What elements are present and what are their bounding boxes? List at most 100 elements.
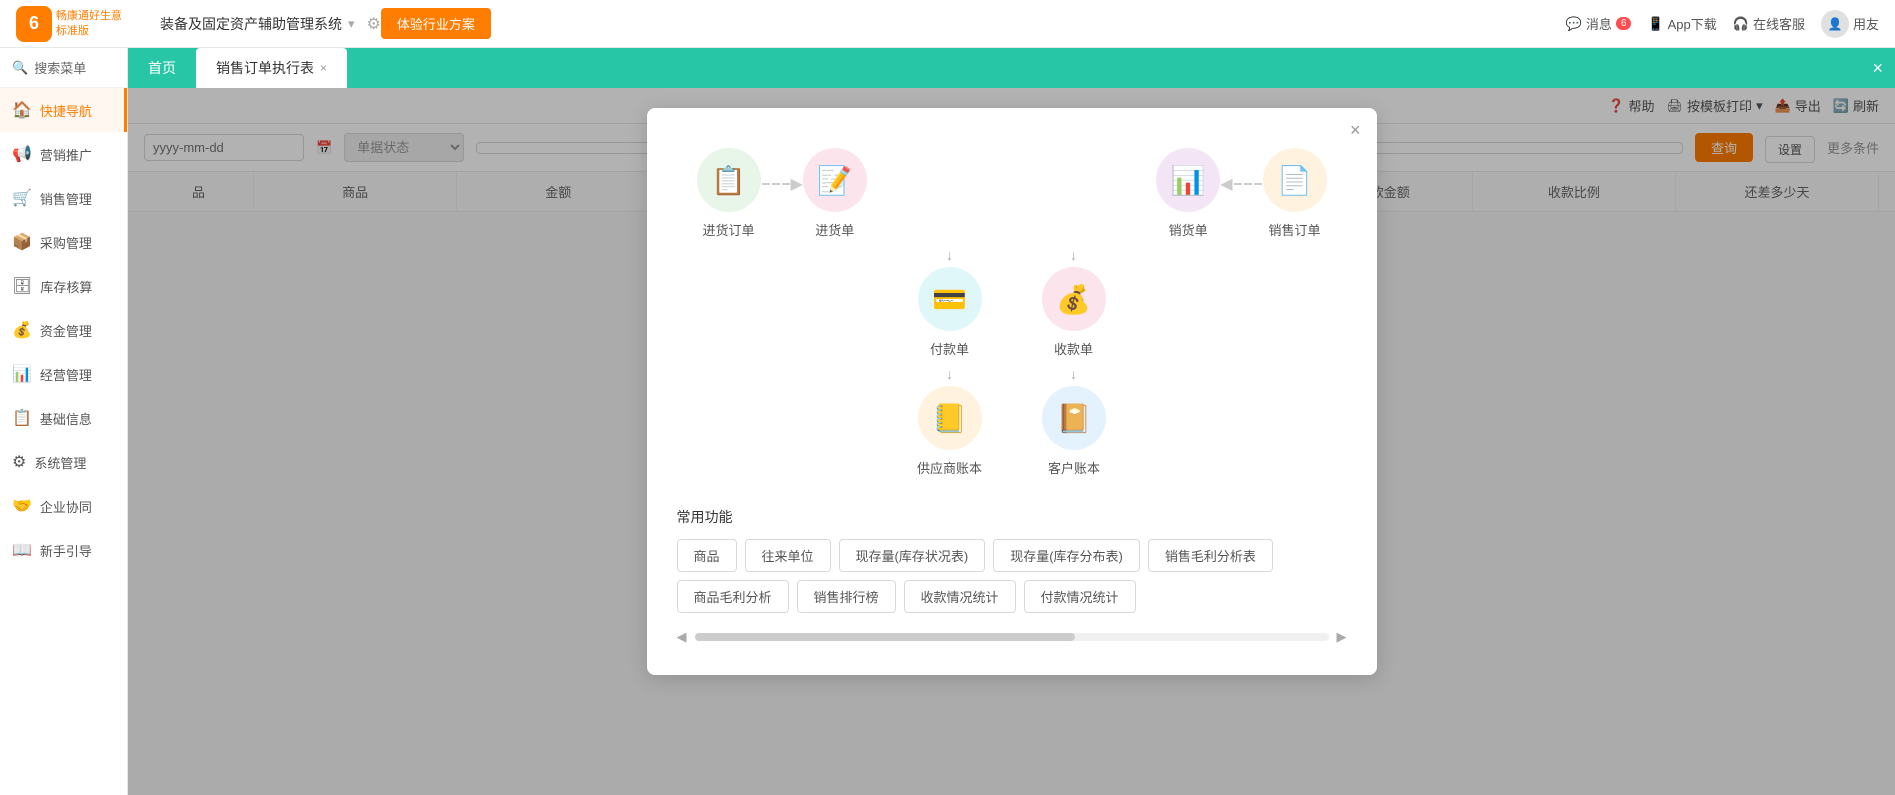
sidebar-icon-corp-collab: 🤝 bbox=[12, 496, 32, 516]
common-functions: 常用功能 商品往来单位现存量(库存状况表)现存量(库存分布表)销售毛利分析表商品… bbox=[677, 507, 1347, 613]
modal-close-btn[interactable]: × bbox=[1350, 120, 1361, 141]
sidebar-label-newbie: 新手引导 bbox=[40, 541, 92, 560]
flow-supplier-ledger[interactable]: 📒 供应商账本 bbox=[917, 386, 982, 477]
down-arrow1: ↓ bbox=[918, 247, 982, 263]
sidebar-label-operation: 经营管理 bbox=[40, 365, 92, 384]
flow-section: 📋 进货订单 ▶ bbox=[677, 138, 1347, 507]
sidebar-item-inventory[interactable]: 🗄 库存核算 bbox=[0, 264, 127, 308]
sidebar-item-operation[interactable]: 📊 经营管理 bbox=[0, 352, 127, 396]
logo-text: 畅康通好生意 标准版 bbox=[56, 9, 122, 38]
arrow-h2: ◀ bbox=[1220, 174, 1262, 194]
tab-sales-exec[interactable]: 销售订单执行表 × bbox=[196, 48, 347, 88]
common-btn-商品[interactable]: 商品 bbox=[677, 539, 737, 572]
sidebar-label-sys-mgmt: 系统管理 bbox=[34, 453, 86, 472]
purchase-bill-icon: 📝 bbox=[803, 148, 867, 212]
flow-sales-order[interactable]: 📄 销售订单 bbox=[1263, 148, 1327, 239]
system-title: 装备及固定资产辅助管理系统 bbox=[160, 14, 342, 34]
service-icon: 🎧 bbox=[1733, 16, 1749, 32]
close-window-btn[interactable]: × bbox=[1872, 58, 1895, 79]
sidebar-label-finance: 资金管理 bbox=[40, 321, 92, 340]
sales-order-icon: 📄 bbox=[1263, 148, 1327, 212]
flow-customer-ledger[interactable]: 📔 客户账本 bbox=[1042, 386, 1106, 477]
sidebar-item-sales[interactable]: 🛒 销售管理 bbox=[0, 176, 127, 220]
flow-purchase-bill[interactable]: 📝 进货单 bbox=[803, 148, 867, 239]
flow-purchase-order[interactable]: 📋 进货订单 bbox=[697, 148, 761, 239]
sidebar-icon-newbie: 📖 bbox=[12, 540, 32, 560]
top-bar: 6 畅康通好生意 标准版 装备及固定资产辅助管理系统 ▾ ⚙ 体验行业方案 💬 … bbox=[0, 0, 1895, 48]
payment-bill-icon: 💳 bbox=[918, 267, 982, 331]
sidebar-item-basic-info[interactable]: 📋 基础信息 bbox=[0, 396, 127, 440]
flow-receipt-bill[interactable]: 💰 收款单 bbox=[1042, 267, 1106, 358]
sales-bill-icon: 📊 bbox=[1156, 148, 1220, 212]
down-arrow4: ↓ bbox=[1042, 366, 1106, 382]
common-btn-现存量(库存状况表)[interactable]: 现存量(库存状况表) bbox=[839, 539, 986, 572]
arrow-h1: ▶ bbox=[761, 174, 803, 194]
sidebar-label-marketing: 营销推广 bbox=[40, 145, 92, 164]
common-btn-商品毛利分析[interactable]: 商品毛利分析 bbox=[677, 580, 789, 613]
system-dropdown-icon[interactable]: ▾ bbox=[348, 16, 355, 32]
sidebar-item-purchase[interactable]: 📦 采购管理 bbox=[0, 220, 127, 264]
common-btn-收款情况统计[interactable]: 收款情况统计 bbox=[904, 580, 1016, 613]
customer-ledger-icon: 📔 bbox=[1042, 386, 1106, 450]
sidebar: 🔍 搜索菜单 🏠 快捷导航📢 营销推广🛒 销售管理📦 采购管理🗄 库存核算💰 资… bbox=[0, 48, 128, 795]
common-btn-销售毛利分析表[interactable]: 销售毛利分析表 bbox=[1148, 539, 1273, 572]
scrollbar-thumb bbox=[695, 633, 1075, 641]
message-icon: 💬 bbox=[1566, 16, 1582, 32]
user-btn[interactable]: 👤 用友 bbox=[1821, 10, 1879, 38]
app-download-btn[interactable]: 📱 App下载 bbox=[1647, 14, 1716, 33]
search-icon: 🔍 bbox=[12, 60, 28, 76]
modal-scrollbar[interactable]: ◀ ▶ bbox=[677, 629, 1347, 645]
common-btn-现存量(库存分布表)[interactable]: 现存量(库存分布表) bbox=[993, 539, 1140, 572]
purchase-order-icon: 📋 bbox=[697, 148, 761, 212]
scroll-left-btn[interactable]: ◀ bbox=[677, 629, 687, 645]
common-functions-title: 常用功能 bbox=[677, 507, 1347, 527]
sidebar-icon-operation: 📊 bbox=[12, 364, 32, 384]
download-icon: 📱 bbox=[1647, 16, 1663, 32]
top-right: 💬 消息 6 📱 App下载 🎧 在线客服 👤 用友 bbox=[1566, 10, 1879, 38]
modal: × 📋 进货订单 bbox=[647, 108, 1377, 675]
sidebar-label-sales: 销售管理 bbox=[40, 189, 92, 208]
common-btn-销售排行榜[interactable]: 销售排行榜 bbox=[797, 580, 896, 613]
sidebar-icon-quick-nav: 🏠 bbox=[12, 100, 32, 120]
content-area: 首页 销售订单执行表 × × ❓ 帮助 bbox=[128, 48, 1895, 795]
sidebar-item-marketing[interactable]: 📢 营销推广 bbox=[0, 132, 127, 176]
sidebar-icon-inventory: 🗄 bbox=[12, 276, 32, 296]
modal-overlay[interactable]: × 📋 进货订单 bbox=[128, 88, 1895, 795]
down-arrow3: ↓ bbox=[918, 366, 982, 382]
logo-area: 6 畅康通好生意 标准版 bbox=[16, 6, 144, 42]
top-center: 装备及固定资产辅助管理系统 ▾ ⚙ 体验行业方案 bbox=[144, 8, 1566, 39]
scroll-right-btn[interactable]: ▶ bbox=[1337, 629, 1347, 645]
sidebar-icon-marketing: 📢 bbox=[12, 144, 32, 164]
page-content: ❓ 帮助 🖨 按模板打印 ▾ 📤 导出 🔄 bbox=[128, 88, 1895, 795]
sidebar-label-inventory: 库存核算 bbox=[40, 277, 92, 296]
sidebar-item-sys-mgmt[interactable]: ⚙ 系统管理 bbox=[0, 440, 127, 484]
sidebar-icon-basic-info: 📋 bbox=[12, 408, 32, 428]
down-arrow2: ↓ bbox=[1042, 247, 1106, 263]
sidebar-item-newbie[interactable]: 📖 新手引导 bbox=[0, 528, 127, 572]
receipt-bill-icon: 💰 bbox=[1042, 267, 1106, 331]
experience-btn[interactable]: 体验行业方案 bbox=[381, 8, 491, 39]
sidebar-label-purchase: 采购管理 bbox=[40, 233, 92, 252]
message-btn[interactable]: 💬 消息 6 bbox=[1566, 14, 1632, 33]
sidebar-label-basic-info: 基础信息 bbox=[40, 409, 92, 428]
avatar: 👤 bbox=[1821, 10, 1849, 38]
sidebar-item-finance[interactable]: 💰 资金管理 bbox=[0, 308, 127, 352]
sidebar-item-quick-nav[interactable]: 🏠 快捷导航 bbox=[0, 88, 127, 132]
sidebar-icon-sys-mgmt: ⚙ bbox=[12, 452, 26, 472]
common-btns: 商品往来单位现存量(库存状况表)现存量(库存分布表)销售毛利分析表商品毛利分析销… bbox=[677, 539, 1347, 613]
settings-icon[interactable]: ⚙ bbox=[367, 14, 381, 34]
sidebar-items: 🏠 快捷导航📢 营销推广🛒 销售管理📦 采购管理🗄 库存核算💰 资金管理📊 经营… bbox=[0, 88, 127, 572]
flow-payment-bill[interactable]: 💳 付款单 bbox=[918, 267, 982, 358]
common-btn-往来单位[interactable]: 往来单位 bbox=[745, 539, 831, 572]
sidebar-label-quick-nav: 快捷导航 bbox=[40, 101, 92, 120]
sidebar-label-corp-collab: 企业协同 bbox=[40, 497, 92, 516]
tab-home[interactable]: 首页 bbox=[128, 48, 196, 88]
tab-close-icon[interactable]: × bbox=[320, 61, 327, 75]
flow-sales-bill[interactable]: 📊 销货单 bbox=[1156, 148, 1220, 239]
sidebar-item-corp-collab[interactable]: 🤝 企业协同 bbox=[0, 484, 127, 528]
online-service-btn[interactable]: 🎧 在线客服 bbox=[1733, 14, 1805, 33]
supplier-ledger-icon: 📒 bbox=[918, 386, 982, 450]
sidebar-icon-sales: 🛒 bbox=[12, 188, 32, 208]
search-menu[interactable]: 🔍 搜索菜单 bbox=[0, 48, 127, 88]
common-btn-付款情况统计[interactable]: 付款情况统计 bbox=[1024, 580, 1136, 613]
